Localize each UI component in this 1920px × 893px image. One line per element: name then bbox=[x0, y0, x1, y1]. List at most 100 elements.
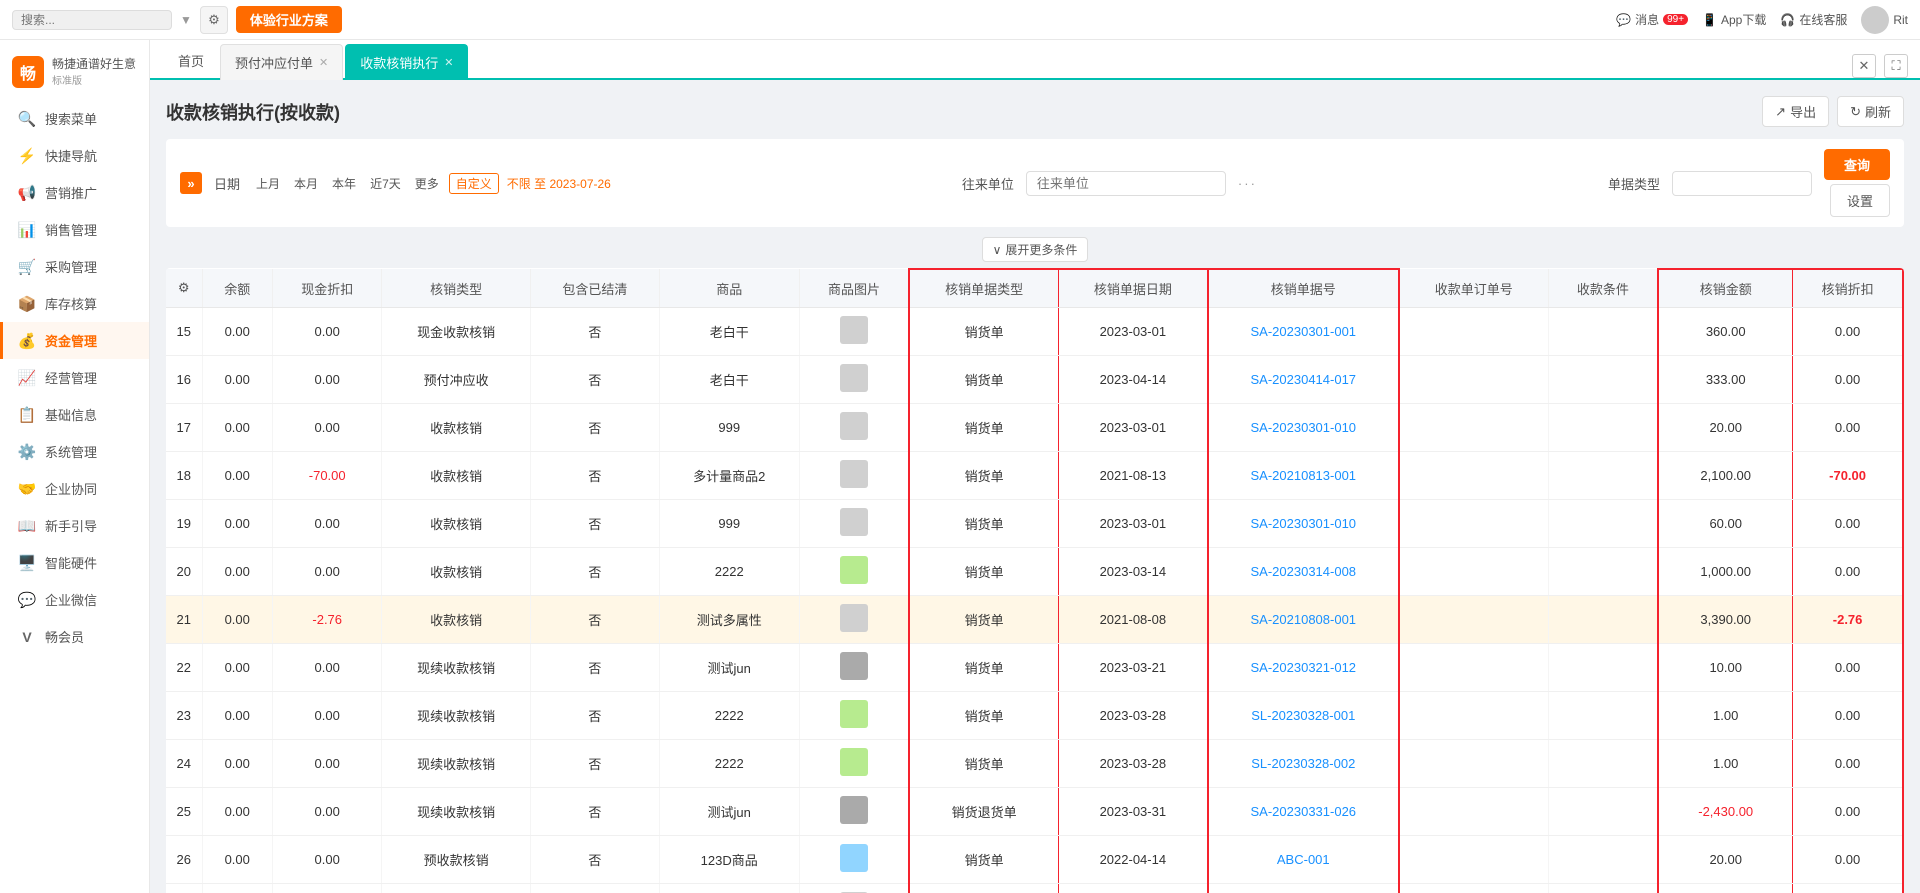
counterparty-label: 往来单位 bbox=[962, 174, 1014, 193]
tab-maximize-btn[interactable]: ⛶ bbox=[1884, 54, 1908, 78]
export-btn[interactable]: ↗ 导出 bbox=[1762, 96, 1829, 127]
sidebar-item-quicknav[interactable]: ⚡ 快捷导航 bbox=[0, 137, 149, 174]
top-bar: ▼ ⚙ 体验行业方案 💬 消息 99+ 📱 App下载 🎧 在线客服 Rit bbox=[0, 0, 1920, 40]
sidebar-item-finance[interactable]: 💰 资金管理 bbox=[0, 322, 149, 359]
tab-verify[interactable]: 收款核销执行 ✕ bbox=[345, 44, 468, 80]
cell-verify-bill-no[interactable]: SL-20230328-001 bbox=[1208, 692, 1399, 740]
tab-prepay-close-icon[interactable]: ✕ bbox=[319, 56, 328, 69]
sidebar-item-label: 营销推广 bbox=[45, 183, 97, 202]
sidebar-item-inventory[interactable]: 📦 库存核算 bbox=[0, 285, 149, 322]
tab-home[interactable]: 首页 bbox=[162, 43, 220, 80]
sidebar-item-vip[interactable]: V 畅会员 bbox=[0, 618, 149, 655]
sidebar-item-purchase[interactable]: 🛒 采购管理 bbox=[0, 248, 149, 285]
cell-id: 23 bbox=[166, 692, 202, 740]
bill-no-link: ABC-001 bbox=[1277, 852, 1330, 867]
app-download-item[interactable]: 📱 App下载 bbox=[1702, 11, 1766, 28]
app-download-label: App下载 bbox=[1721, 11, 1766, 28]
table-row: 16 0.00 0.00 预付冲应收 否 老白干 销货单 2023-04-14 … bbox=[166, 356, 1903, 404]
sidebar-item-guide[interactable]: 📖 新手引导 bbox=[0, 507, 149, 544]
date-btn-last-month[interactable]: 上月 bbox=[252, 173, 284, 194]
sidebar-item-marketing[interactable]: 📢 营销推广 bbox=[0, 174, 149, 211]
date-btn-this-year[interactable]: 本年 bbox=[328, 173, 360, 194]
date-btn-this-month[interactable]: 本月 bbox=[290, 173, 322, 194]
data-table: ⚙ 余额 现金折扣 核销类型 包含已结清 商品 商品图片 核销单据类型 核销单据… bbox=[166, 268, 1904, 893]
sidebar-item-wechat[interactable]: 💬 企业微信 bbox=[0, 581, 149, 618]
filter-expand-btn[interactable]: » bbox=[180, 172, 202, 194]
bill-no-link: SL-20230328-001 bbox=[1251, 708, 1355, 723]
cell-verify-bill-no[interactable]: SA-20230321-012 bbox=[1208, 644, 1399, 692]
cell-balance: 0.00 bbox=[202, 884, 272, 893]
cell-cash-discount: 0.00 bbox=[272, 548, 381, 596]
expand-more-row: ∨ 展开更多条件 bbox=[166, 237, 1904, 262]
cell-include-settled: 否 bbox=[530, 452, 659, 500]
sidebar-item-collab[interactable]: 🤝 企业协同 bbox=[0, 470, 149, 507]
sidebar-item-system[interactable]: ⚙️ 系统管理 bbox=[0, 433, 149, 470]
cell-verify-bill-no[interactable]: SL-20230408-001 bbox=[1208, 884, 1399, 893]
sidebar-item-basic-info[interactable]: 📋 基础信息 bbox=[0, 396, 149, 433]
cell-goods: 2222 bbox=[659, 548, 799, 596]
sidebar-item-hardware[interactable]: 🖥️ 智能硬件 bbox=[0, 544, 149, 581]
dropdown-arrow-icon[interactable]: ▼ bbox=[180, 13, 192, 27]
expand-more-btn[interactable]: ∨ 展开更多条件 bbox=[982, 237, 1089, 262]
top-bar-left: ▼ ⚙ 体验行业方案 bbox=[12, 6, 1608, 34]
cell-goods-image bbox=[799, 884, 909, 893]
cell-verify-bill-no[interactable]: SA-20230331-026 bbox=[1208, 788, 1399, 836]
cell-verify-bill-no[interactable]: ABC-001 bbox=[1208, 836, 1399, 884]
cell-verify-bill-no[interactable]: SA-20210813-001 bbox=[1208, 452, 1399, 500]
cell-verify-bill-date: 2022-04-14 bbox=[1058, 836, 1207, 884]
search-input[interactable] bbox=[12, 10, 172, 30]
cell-verify-discount: 0.00 bbox=[1793, 644, 1903, 692]
sidebar-item-operations[interactable]: 📈 经营管理 bbox=[0, 359, 149, 396]
receipt-type-select[interactable] bbox=[1672, 171, 1812, 196]
cell-goods-image bbox=[799, 788, 909, 836]
cell-verify-bill-date: 2023-03-01 bbox=[1058, 500, 1207, 548]
cell-verify-bill-no[interactable]: SA-20230301-001 bbox=[1208, 308, 1399, 356]
cell-goods-image bbox=[799, 356, 909, 404]
settings-icon[interactable]: ⚙ bbox=[200, 6, 228, 34]
date-btn-more[interactable]: 更多 bbox=[411, 173, 443, 194]
cell-verify-bill-no[interactable]: SA-20230414-017 bbox=[1208, 356, 1399, 404]
cell-verify-bill-no[interactable]: SA-20230314-008 bbox=[1208, 548, 1399, 596]
cell-cash-discount: 0.00 bbox=[272, 740, 381, 788]
counterparty-input[interactable] bbox=[1026, 171, 1226, 196]
cell-verify-bill-date: 2021-08-13 bbox=[1058, 452, 1207, 500]
table-row: 20 0.00 0.00 收款核销 否 2222 销货单 2023-03-14 … bbox=[166, 548, 1903, 596]
cell-receipt-condition bbox=[1548, 692, 1658, 740]
date-quick: 上月 本月 本年 近7天 更多 自定义 bbox=[252, 173, 499, 194]
industry-btn[interactable]: 体验行业方案 bbox=[236, 6, 342, 33]
cell-goods-image bbox=[799, 548, 909, 596]
table-row: 17 0.00 0.00 收款核销 否 999 销货单 2023-03-01 S… bbox=[166, 404, 1903, 452]
tab-verify-close-icon[interactable]: ✕ bbox=[444, 56, 453, 69]
tab-prepay[interactable]: 预付冲应付单 ✕ bbox=[220, 44, 343, 80]
cell-verify-bill-no[interactable]: SA-20230301-010 bbox=[1208, 404, 1399, 452]
cell-verify-bill-type: 销货单 bbox=[909, 740, 1058, 788]
cell-receipt-order-no bbox=[1399, 308, 1548, 356]
user-item[interactable]: Rit bbox=[1861, 6, 1908, 34]
cell-receipt-order-no bbox=[1399, 884, 1548, 893]
tab-close-btn[interactable]: ✕ bbox=[1852, 54, 1876, 78]
sidebar-item-label: 企业微信 bbox=[45, 590, 97, 609]
online-service-item[interactable]: 🎧 在线客服 bbox=[1780, 11, 1847, 28]
message-item[interactable]: 💬 消息 99+ bbox=[1616, 11, 1688, 28]
cell-verify-type: 收款核销 bbox=[382, 548, 530, 596]
cell-verify-bill-no[interactable]: SA-20230301-010 bbox=[1208, 500, 1399, 548]
th-settings[interactable]: ⚙ bbox=[166, 269, 202, 308]
cell-verify-discount: 0.00 bbox=[1793, 836, 1903, 884]
sidebar-item-sales[interactable]: 📊 销售管理 bbox=[0, 211, 149, 248]
date-btn-custom[interactable]: 自定义 bbox=[449, 173, 499, 194]
cell-goods-image bbox=[799, 308, 909, 356]
th-cash-discount: 现金折扣 bbox=[272, 269, 381, 308]
cell-verify-bill-no[interactable]: SA-20210808-001 bbox=[1208, 596, 1399, 644]
filter-settings-btn[interactable]: 设置 bbox=[1830, 184, 1890, 217]
bill-no-link: SA-20210808-001 bbox=[1251, 612, 1357, 627]
cell-cash-discount: 0.00 bbox=[272, 644, 381, 692]
cell-verify-bill-no[interactable]: SL-20230328-002 bbox=[1208, 740, 1399, 788]
sidebar-item-search[interactable]: 🔍 搜索菜单 bbox=[0, 100, 149, 137]
refresh-btn[interactable]: ↻ 刷新 bbox=[1837, 96, 1904, 127]
date-btn-7days[interactable]: 近7天 bbox=[366, 173, 405, 194]
receipt-type-select-wrapper bbox=[1672, 171, 1812, 196]
cell-verify-discount: 0.00 bbox=[1793, 356, 1903, 404]
query-btn[interactable]: 查询 bbox=[1824, 149, 1890, 180]
cell-id: 18 bbox=[166, 452, 202, 500]
cell-verify-amount: 3,390.00 bbox=[1658, 596, 1792, 644]
